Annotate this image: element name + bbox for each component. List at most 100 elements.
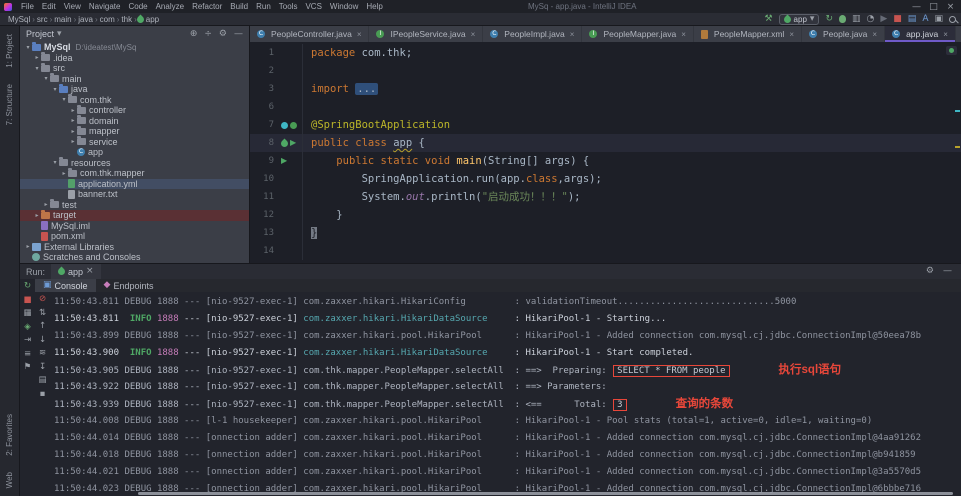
expand-arrow-icon[interactable]: ▸: [69, 128, 77, 135]
expand-arrow-icon[interactable]: ▸: [33, 212, 41, 219]
expand-arrow-icon[interactable]: ▾: [51, 159, 59, 166]
menu-navigate[interactable]: Navigate: [85, 2, 125, 11]
menu-run[interactable]: Run: [252, 2, 275, 11]
expand-arrow-icon[interactable]: ▸: [69, 138, 77, 145]
menu-build[interactable]: Build: [226, 2, 252, 11]
close-icon[interactable]: ×: [872, 30, 877, 39]
menu-window[interactable]: Window: [326, 2, 362, 11]
horizontal-scrollbar[interactable]: [138, 492, 953, 495]
thread-dump-icon[interactable]: ▦: [23, 309, 31, 318]
tree-item-mapper[interactable]: ▸ mapper: [20, 125, 249, 137]
breadcrumb-item[interactable]: java: [76, 15, 95, 24]
stop-icon[interactable]: ■: [23, 295, 31, 305]
search-icon[interactable]: [949, 15, 956, 23]
expand-arrow-icon[interactable]: ▾: [60, 96, 68, 103]
tab-console[interactable]: ▣ Console: [35, 279, 96, 292]
hide-icon[interactable]: —: [943, 267, 952, 276]
coverage-icon[interactable]: ▥: [852, 14, 861, 24]
debug-icon[interactable]: [838, 15, 846, 23]
tree-item-java[interactable]: ▾ java: [20, 83, 249, 95]
editor-tab-peoplecontroller-java[interactable]: C PeopleController.java ×: [250, 26, 370, 42]
exit-icon[interactable]: ⇥: [24, 336, 31, 345]
tree-item-mysql[interactable]: ▾ MySql D:\ideatest\MySq: [20, 41, 249, 53]
collapse-icon[interactable]: ÷: [204, 29, 212, 39]
tree-item-mysql-iml[interactable]: MySql.iml: [20, 221, 249, 232]
print-icon[interactable]: ▤: [38, 376, 46, 385]
rerun-icon[interactable]: ↻: [24, 282, 31, 291]
tool-window-button-7-structure[interactable]: 7: Structure: [5, 84, 14, 125]
clear-icon[interactable]: ⊘: [39, 295, 46, 304]
menu-tools[interactable]: Tools: [275, 2, 302, 11]
up-stack-icon[interactable]: ↑: [39, 322, 46, 331]
menu-help[interactable]: Help: [362, 2, 386, 11]
code-editor[interactable]: 1 package com.thk; 2 3 import ... 6 7 @SpringBo…: [250, 42, 961, 263]
spring-restart-icon[interactable]: ◈: [24, 322, 31, 332]
tree-item-app[interactable]: Capp: [20, 147, 249, 158]
chevron-down-icon[interactable]: ▾: [57, 29, 62, 39]
tree-item-application-yml[interactable]: application.yml: [20, 178, 249, 189]
editor-tab-app-java[interactable]: Capp.java ×: [885, 26, 956, 42]
expand-arrow-icon[interactable]: ▾: [24, 44, 32, 51]
expand-arrow-icon[interactable]: ▸: [42, 201, 50, 208]
tree-item--idea[interactable]: ▸ .idea: [20, 52, 249, 64]
expand-arrow-icon[interactable]: ▾: [33, 65, 41, 72]
close-icon[interactable]: ×: [357, 30, 362, 39]
down-stack-icon[interactable]: ↓: [39, 335, 46, 345]
editor-tab-peoplemapper-xml[interactable]: PeopleMapper.xml ×: [694, 26, 802, 42]
tree-item-src[interactable]: ▾ src: [20, 62, 249, 74]
tree-item-target[interactable]: ▸ target: [20, 209, 249, 221]
breadcrumb-item[interactable]: MySql: [6, 15, 32, 24]
tree-item-scratches-and-consoles[interactable]: Scratches and Consoles: [20, 252, 249, 263]
menu-refactor[interactable]: Refactor: [188, 2, 226, 11]
close-icon[interactable]: ×: [942, 0, 959, 13]
build-hammer-icon[interactable]: ⚒: [764, 14, 772, 24]
tree-item-test[interactable]: ▸ test: [20, 199, 249, 211]
project-panel-title[interactable]: Project: [26, 29, 54, 39]
close-icon[interactable]: ×: [471, 30, 476, 39]
close-icon[interactable]: ×: [570, 30, 575, 39]
bean-green-icon[interactable]: [290, 121, 297, 129]
breadcrumb-item[interactable]: app: [144, 15, 161, 24]
close-icon[interactable]: ×: [789, 30, 794, 39]
maximize-icon[interactable]: □: [925, 0, 942, 13]
close-icon[interactable]: ×: [681, 30, 686, 39]
tree-item-service[interactable]: ▸ service: [20, 136, 249, 148]
expand-arrow-icon[interactable]: ▸: [60, 170, 68, 177]
rerun-icon[interactable]: ↻: [825, 14, 833, 24]
tool-window-button-1-project[interactable]: 1: Project: [5, 34, 14, 68]
editor-tab-peoplemapper-java[interactable]: I PeopleMapper.java ×: [582, 26, 694, 42]
breadcrumb-item[interactable]: thk: [119, 15, 134, 24]
stop-icon[interactable]: ■: [893, 14, 902, 24]
spring-leaf-icon[interactable]: [279, 138, 290, 148]
breadcrumb-item[interactable]: src: [35, 15, 50, 24]
tree-item-external-libraries[interactable]: ▸ External Libraries: [20, 242, 249, 253]
menu-edit[interactable]: Edit: [38, 2, 60, 11]
editor-tab-ipeopleservice-java[interactable]: I IPeopleService.java ×: [369, 26, 484, 42]
bean-teal-icon[interactable]: [281, 121, 288, 129]
translate-icon[interactable]: A: [922, 14, 928, 24]
expand-arrow-icon[interactable]: ▸: [69, 107, 77, 114]
hide-icon[interactable]: —: [234, 29, 243, 39]
expand-arrow-icon[interactable]: ▾: [42, 75, 50, 82]
settings-icon[interactable]: ⚙: [219, 29, 227, 39]
soft-wrap-icon[interactable]: ≋: [39, 349, 46, 358]
menu-view[interactable]: View: [60, 2, 85, 11]
tree-item-main[interactable]: ▾ main: [20, 73, 249, 85]
open-recent-icon[interactable]: ▤: [908, 14, 917, 24]
menu-file[interactable]: File: [17, 2, 38, 11]
tool-window-button-2-favorites[interactable]: 2: Favorites: [5, 414, 14, 456]
settings-icon[interactable]: ⚙: [926, 267, 934, 276]
expand-arrow-icon[interactable]: ▸: [69, 117, 77, 124]
tree-item-controller[interactable]: ▸ controller: [20, 104, 249, 116]
tree-item-banner-txt[interactable]: banner.txt: [20, 189, 249, 200]
tree-item-pom-xml[interactable]: pom.xml: [20, 231, 249, 242]
tree-item-com-thk-mapper[interactable]: ▸ com.thk.mapper: [20, 167, 249, 179]
tab-endpoints[interactable]: ◆ Endpoints: [96, 279, 162, 292]
inspections-widget[interactable]: [946, 46, 957, 55]
tree-item-com-thk[interactable]: ▾ com.thk: [20, 94, 249, 106]
run-tab-app[interactable]: app ×: [51, 264, 101, 279]
run-icon[interactable]: ▶: [880, 14, 887, 24]
scroll-end-icon[interactable]: ↧: [39, 362, 46, 372]
window-icon[interactable]: ▣: [934, 14, 943, 24]
breadcrumb-item[interactable]: com: [98, 15, 117, 24]
